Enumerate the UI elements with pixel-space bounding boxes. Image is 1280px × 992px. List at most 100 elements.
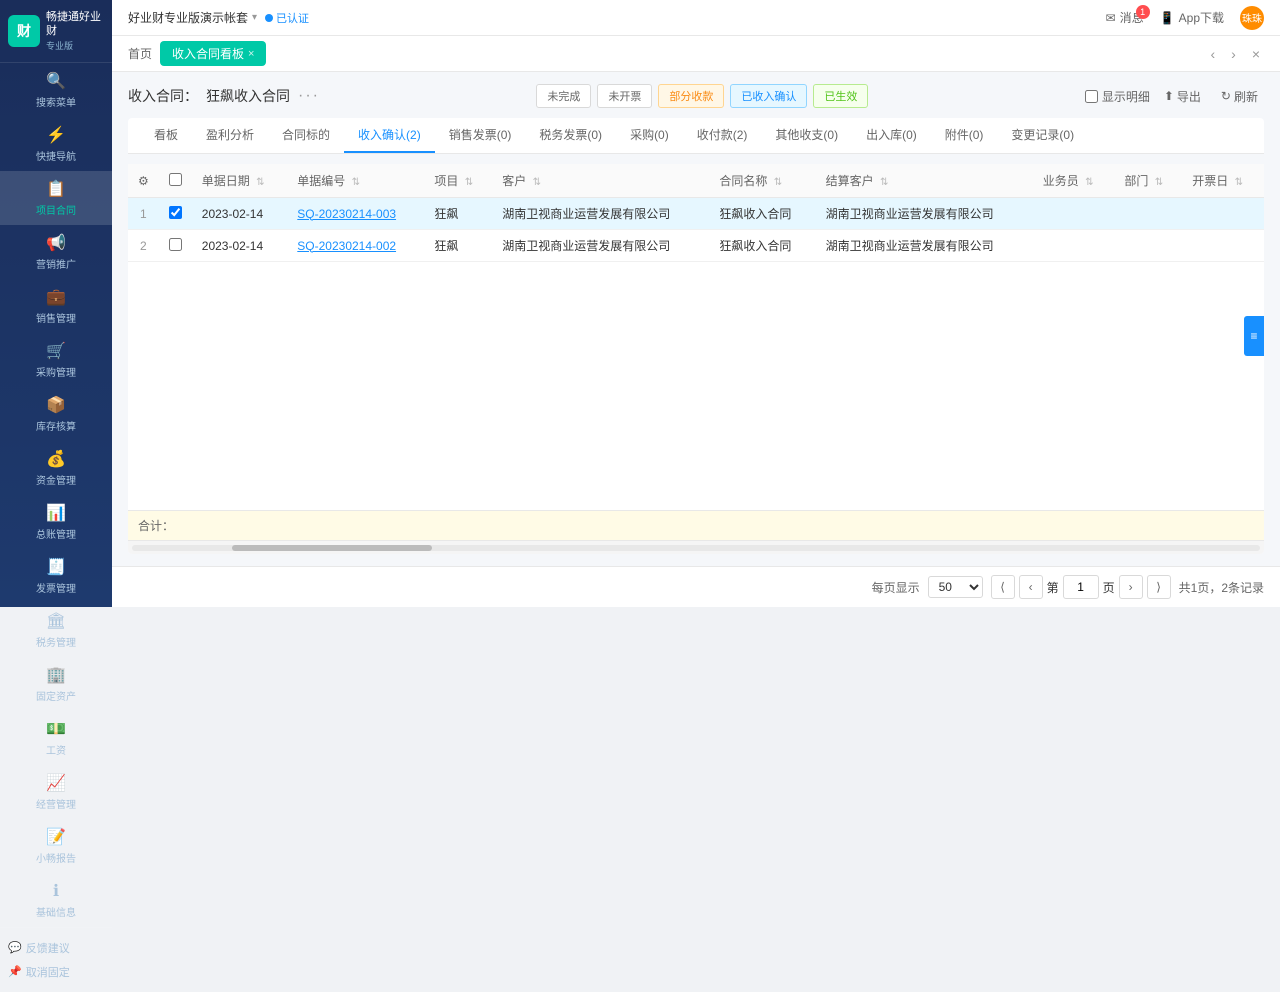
row-orderno-0[interactable]: SQ-20230214-003 (287, 198, 424, 230)
sub-tab-5[interactable]: 税务发票(0) (525, 118, 616, 153)
home-breadcrumb[interactable]: 首页 (128, 45, 152, 62)
settings-icon[interactable]: ⚙ (138, 174, 149, 188)
sidebar-item-5[interactable]: 🛒 采购管理 (0, 333, 112, 387)
sidebar-bottom: 💬 反馈建议 📌 取消固定 (0, 927, 112, 992)
user-avatar-button[interactable]: 珠珠 (1240, 6, 1264, 30)
sidebar-unpin[interactable]: 📌 取消固定 (8, 960, 104, 984)
sidebar-item-8[interactable]: 📊 总账管理 (0, 495, 112, 549)
sort-salesperson-icon[interactable]: ⇅ (1085, 177, 1093, 188)
select-all-checkbox[interactable] (169, 173, 182, 186)
row-check-1[interactable] (159, 230, 192, 262)
sidebar-item-13[interactable]: 📈 经营管理 (0, 765, 112, 819)
app-download-button[interactable]: 📱 App下载 (1160, 9, 1224, 26)
scroll-thumb[interactable] (232, 545, 432, 551)
sidebar-item-14[interactable]: 📝 小畅报告 (0, 819, 112, 873)
table-header-row: ⚙ 单据日期 ⇅ 单据编号 ⇅ 项目 ⇅ 客户 ⇅ 合同名称 ⇅ 结 (128, 164, 1264, 198)
verified-dot (265, 14, 273, 22)
horizontal-scrollbar[interactable] (128, 540, 1264, 554)
sort-date-icon[interactable]: ⇅ (256, 177, 264, 188)
first-page-button[interactable]: ⟨ (991, 575, 1015, 599)
sidebar-item-1[interactable]: ⚡ 快捷导航 (0, 117, 112, 171)
sort-customer-icon[interactable]: ⇅ (533, 177, 541, 188)
status-confirmed[interactable]: 已收入确认 (730, 84, 807, 108)
row-settlement-1: 湖南卫视商业运营发展有限公司 (816, 230, 1033, 262)
contract-more-button[interactable]: ··· (298, 87, 320, 105)
sub-tab-6[interactable]: 采购(0) (616, 118, 683, 153)
sort-orderno-icon[interactable]: ⇅ (352, 177, 360, 188)
contract-prefix: 收入合同： (128, 86, 198, 106)
nav-icon-4: 💼 (46, 287, 66, 307)
table-row[interactable]: 1 2023-02-14 SQ-20230214-003 狂飙 湖南卫视商业运营… (128, 198, 1264, 230)
refresh-icon: ↻ (1221, 89, 1231, 103)
page-number-input[interactable] (1063, 575, 1099, 599)
sub-tab-2[interactable]: 合同标的 (268, 118, 344, 153)
nav-label-1: 快捷导航 (36, 148, 76, 163)
app-logo: 财 畅捷通好业财 专业版 (0, 0, 112, 63)
sidebar-feedback[interactable]: 💬 反馈建议 (8, 936, 104, 960)
sidebar-item-15[interactable]: ℹ 基础信息 (0, 873, 112, 927)
sub-tab-10[interactable]: 附件(0) (931, 118, 998, 153)
sort-dept-icon[interactable]: ⇅ (1155, 177, 1163, 188)
tab-nav-next[interactable]: › (1227, 44, 1240, 64)
sub-tab-11[interactable]: 变更记录(0) (997, 118, 1088, 153)
next-page-button[interactable]: › (1119, 575, 1143, 599)
table-wrapper[interactable]: ⚙ 单据日期 ⇅ 单据编号 ⇅ 项目 ⇅ 客户 ⇅ 合同名称 ⇅ 结 (128, 164, 1264, 510)
active-tab[interactable]: 收入合同看板 × (160, 41, 266, 66)
sub-tab-9[interactable]: 出入库(0) (852, 118, 931, 153)
status-incomplete[interactable]: 未完成 (536, 84, 591, 108)
last-page-button[interactable]: ⟩ (1147, 575, 1171, 599)
show-details-checkbox[interactable]: 显示明细 (1085, 88, 1150, 105)
sub-tab-4[interactable]: 销售发票(0) (435, 118, 526, 153)
sidebar-item-10[interactable]: 🏛 税务管理 (0, 603, 112, 657)
sidebar-item-0[interactable]: 🔍 搜索菜单 (0, 63, 112, 117)
nav-icon-0: 🔍 (46, 71, 66, 91)
sort-invoicedate-icon[interactable]: ⇅ (1235, 177, 1243, 188)
nav-label-4: 销售管理 (36, 310, 76, 325)
export-button[interactable]: ⬆ 导出 (1158, 85, 1207, 108)
sub-tab-0[interactable]: 看板 (140, 118, 192, 153)
tab-close-icon[interactable]: × (248, 48, 254, 60)
row-check-0[interactable] (159, 198, 192, 230)
sidebar-item-4[interactable]: 💼 销售管理 (0, 279, 112, 333)
sort-contract-icon[interactable]: ⇅ (774, 177, 782, 188)
show-details-input[interactable] (1085, 90, 1098, 103)
sidebar-item-3[interactable]: 📢 营销推广 (0, 225, 112, 279)
sub-tab-8[interactable]: 其他收支(0) (761, 118, 852, 153)
nav-icon-6: 📦 (46, 395, 66, 415)
per-page-select[interactable]: 50 20 100 (928, 576, 983, 598)
sub-tab-3[interactable]: 收入确认(2) (344, 118, 435, 153)
prev-page-button[interactable]: ‹ (1019, 575, 1043, 599)
tab-nav-prev[interactable]: ‹ (1206, 44, 1219, 64)
table-row[interactable]: 2 2023-02-14 SQ-20230214-002 狂飙 湖南卫视商业运营… (128, 230, 1264, 262)
right-panel-toggle[interactable]: ≡ (1244, 316, 1264, 356)
sort-settlement-icon[interactable]: ⇅ (880, 177, 888, 188)
sidebar-item-6[interactable]: 📦 库存核算 (0, 387, 112, 441)
sidebar-item-9[interactable]: 🧾 发票管理 (0, 549, 112, 603)
nav-icon-13: 📈 (46, 773, 66, 793)
sort-project-icon[interactable]: ⇅ (465, 177, 473, 188)
row-project-1: 狂飙 (424, 230, 492, 262)
data-table: ⚙ 单据日期 ⇅ 单据编号 ⇅ 项目 ⇅ 客户 ⇅ 合同名称 ⇅ 结 (128, 164, 1264, 262)
status-partial-payment[interactable]: 部分收款 (658, 84, 724, 108)
header-right: ✉ 消息 1 📱 App下载 珠珠 (1106, 6, 1264, 30)
page-label2: 页 (1103, 579, 1115, 596)
unpin-icon: 📌 (8, 965, 22, 978)
col-settings: ⚙ (128, 164, 159, 198)
tab-nav-close[interactable]: × (1248, 44, 1264, 64)
status-uninvoiced[interactable]: 未开票 (597, 84, 652, 108)
status-effective[interactable]: 已生效 (813, 84, 868, 108)
sidebar-item-7[interactable]: 💰 资金管理 (0, 441, 112, 495)
sub-tab-7[interactable]: 收付款(2) (683, 118, 762, 153)
col-select-all[interactable] (159, 164, 192, 198)
row-orderno-1[interactable]: SQ-20230214-002 (287, 230, 424, 262)
message-button[interactable]: ✉ 消息 1 (1106, 9, 1144, 26)
sidebar-item-11[interactable]: 🏢 固定资产 (0, 657, 112, 711)
contract-status-actions: 未完成 未开票 部分收款 已收入确认 已生效 (536, 84, 868, 108)
sub-tab-1[interactable]: 盈利分析 (192, 118, 268, 153)
sidebar-item-2[interactable]: 📋 项目合同 (0, 171, 112, 225)
nav-icon-1: ⚡ (46, 125, 66, 145)
nav-icon-8: 📊 (46, 503, 66, 523)
sidebar-item-12[interactable]: 💵 工资 (0, 711, 112, 765)
refresh-button[interactable]: ↻ 刷新 (1215, 85, 1264, 108)
company-selector[interactable]: 好业财专业版演示帐套 ▾ (128, 9, 257, 26)
